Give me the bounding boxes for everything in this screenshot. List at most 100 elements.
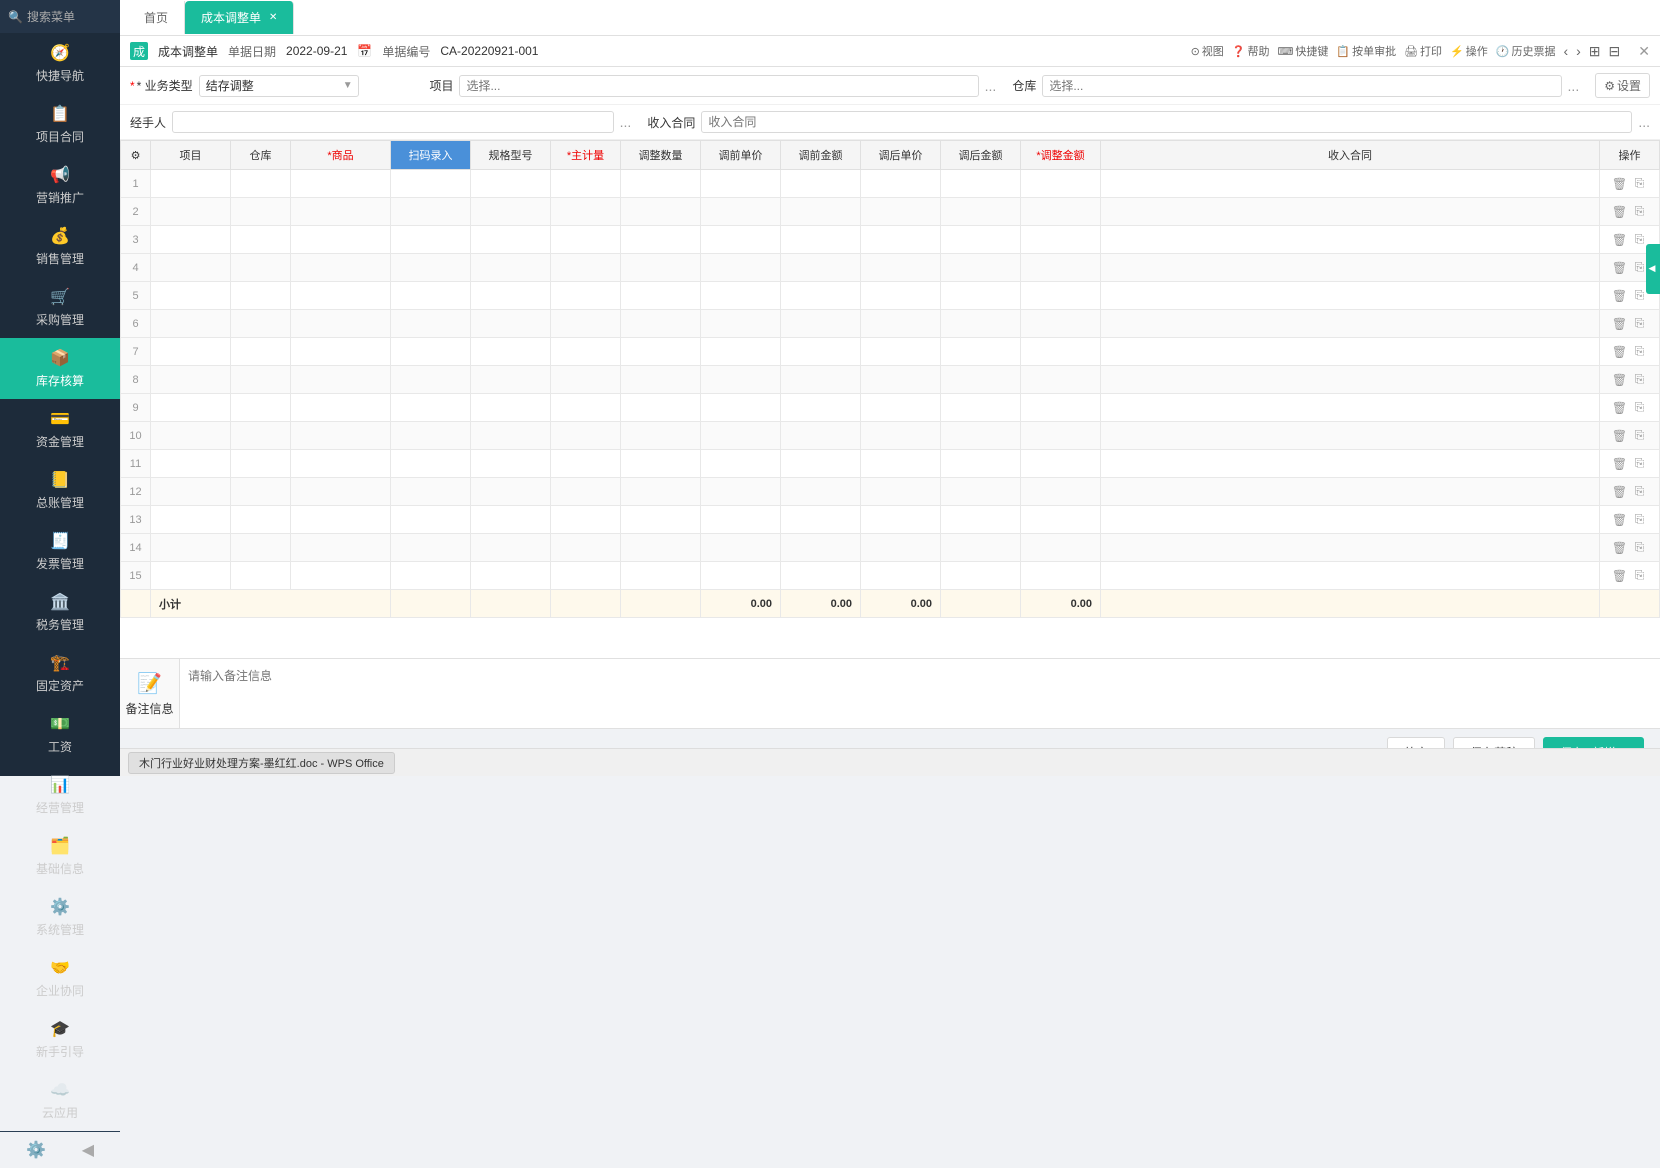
- sidebar-item-tax-mgmt[interactable]: 🏛️税务管理: [0, 582, 120, 643]
- cell-2-0[interactable]: [151, 198, 231, 226]
- cell-8-2[interactable]: [291, 366, 391, 394]
- cell-10-5[interactable]: [551, 422, 621, 450]
- cell-12-8[interactable]: [781, 478, 861, 506]
- cell-7-10[interactable]: [941, 338, 1021, 366]
- view-icon-grid[interactable]: ⊞: [1589, 43, 1601, 60]
- cell-14-5[interactable]: [551, 534, 621, 562]
- cell-8-4[interactable]: [471, 366, 551, 394]
- cell-7-6[interactable]: [621, 338, 701, 366]
- cell-8-7[interactable]: [701, 366, 781, 394]
- cell-13-4[interactable]: [471, 506, 551, 534]
- cell-3-5[interactable]: [551, 226, 621, 254]
- cell-6-9[interactable]: [861, 310, 941, 338]
- copy-btn-9[interactable]: ⎘: [1632, 400, 1648, 416]
- cell-2-10[interactable]: [941, 198, 1021, 226]
- cell-12-3[interactable]: [391, 478, 471, 506]
- view-icon-list[interactable]: ⊟: [1609, 43, 1621, 60]
- cell-5-6[interactable]: [621, 282, 701, 310]
- cell-13-7[interactable]: [701, 506, 781, 534]
- cell-13-12[interactable]: [1101, 506, 1600, 534]
- cell-15-0[interactable]: [151, 562, 231, 590]
- cell-1-7[interactable]: [701, 170, 781, 198]
- cell-3-12[interactable]: [1101, 226, 1600, 254]
- cell-9-10[interactable]: [941, 394, 1021, 422]
- cell-14-9[interactable]: [861, 534, 941, 562]
- cell-12-2[interactable]: [291, 478, 391, 506]
- cell-5-4[interactable]: [471, 282, 551, 310]
- tab-close-cost-adjust[interactable]: ✕: [269, 12, 277, 23]
- cell-12-5[interactable]: [551, 478, 621, 506]
- cell-15-5[interactable]: [551, 562, 621, 590]
- cell-1-6[interactable]: [621, 170, 701, 198]
- cell-2-9[interactable]: [861, 198, 941, 226]
- cell-4-3[interactable]: [391, 254, 471, 282]
- cell-9-3[interactable]: [391, 394, 471, 422]
- action-history[interactable]: 🕐 历史票据: [1496, 43, 1556, 59]
- cell-5-11[interactable]: [1021, 282, 1101, 310]
- cell-11-0[interactable]: [151, 450, 231, 478]
- cell-10-11[interactable]: [1021, 422, 1101, 450]
- cell-13-6[interactable]: [621, 506, 701, 534]
- cell-13-2[interactable]: [291, 506, 391, 534]
- copy-btn-2[interactable]: ⎘: [1632, 204, 1648, 220]
- col-settings[interactable]: ⚙: [121, 141, 151, 170]
- cell-9-9[interactable]: [861, 394, 941, 422]
- cell-13-5[interactable]: [551, 506, 621, 534]
- tab-home[interactable]: 首页: [128, 1, 185, 34]
- cell-7-7[interactable]: [701, 338, 781, 366]
- cell-4-1[interactable]: [231, 254, 291, 282]
- cell-8-3[interactable]: [391, 366, 471, 394]
- handler-dots[interactable]: ...: [620, 114, 632, 130]
- cell-13-8[interactable]: [781, 506, 861, 534]
- cell-8-8[interactable]: [781, 366, 861, 394]
- cell-7-9[interactable]: [861, 338, 941, 366]
- delete-btn-12[interactable]: 🗑: [1612, 484, 1628, 500]
- cell-11-4[interactable]: [471, 450, 551, 478]
- cell-12-9[interactable]: [861, 478, 941, 506]
- cell-8-1[interactable]: [231, 366, 291, 394]
- cell-6-11[interactable]: [1021, 310, 1101, 338]
- cell-10-7[interactable]: [701, 422, 781, 450]
- delete-btn-7[interactable]: 🗑: [1612, 344, 1628, 360]
- cell-2-8[interactable]: [781, 198, 861, 226]
- cell-11-10[interactable]: [941, 450, 1021, 478]
- cell-3-8[interactable]: [781, 226, 861, 254]
- cell-7-12[interactable]: [1101, 338, 1600, 366]
- cell-14-10[interactable]: [941, 534, 1021, 562]
- cell-15-1[interactable]: [231, 562, 291, 590]
- cell-12-1[interactable]: [231, 478, 291, 506]
- cell-1-11[interactable]: [1021, 170, 1101, 198]
- cell-4-4[interactable]: [471, 254, 551, 282]
- cell-9-2[interactable]: [291, 394, 391, 422]
- cell-14-11[interactable]: [1021, 534, 1101, 562]
- delete-btn-1[interactable]: 🗑: [1612, 176, 1628, 192]
- cell-7-3[interactable]: [391, 338, 471, 366]
- cell-10-9[interactable]: [861, 422, 941, 450]
- cell-3-4[interactable]: [471, 226, 551, 254]
- cell-3-1[interactable]: [231, 226, 291, 254]
- cell-6-4[interactable]: [471, 310, 551, 338]
- cell-10-4[interactable]: [471, 422, 551, 450]
- nav-prev[interactable]: ‹: [1563, 43, 1568, 59]
- sidebar-item-ops-mgmt[interactable]: 📊经营管理: [0, 765, 120, 826]
- delete-btn-10[interactable]: 🗑: [1612, 428, 1628, 444]
- delete-btn-2[interactable]: 🗑: [1612, 204, 1628, 220]
- cell-5-3[interactable]: [391, 282, 471, 310]
- cell-5-2[interactable]: [291, 282, 391, 310]
- cell-11-7[interactable]: [701, 450, 781, 478]
- copy-btn-15[interactable]: ⎘: [1632, 568, 1648, 584]
- cell-5-10[interactable]: [941, 282, 1021, 310]
- cell-9-5[interactable]: [551, 394, 621, 422]
- sidebar-item-fund-mgmt[interactable]: 💳资金管理: [0, 399, 120, 460]
- cell-3-10[interactable]: [941, 226, 1021, 254]
- cell-15-11[interactable]: [1021, 562, 1101, 590]
- cell-7-8[interactable]: [781, 338, 861, 366]
- cell-6-7[interactable]: [701, 310, 781, 338]
- sidebar-search[interactable]: 🔍 搜索菜单: [0, 0, 120, 33]
- cell-10-2[interactable]: [291, 422, 391, 450]
- cell-5-8[interactable]: [781, 282, 861, 310]
- cell-7-2[interactable]: [291, 338, 391, 366]
- cell-7-0[interactable]: [151, 338, 231, 366]
- cell-14-0[interactable]: [151, 534, 231, 562]
- delete-btn-8[interactable]: 🗑: [1612, 372, 1628, 388]
